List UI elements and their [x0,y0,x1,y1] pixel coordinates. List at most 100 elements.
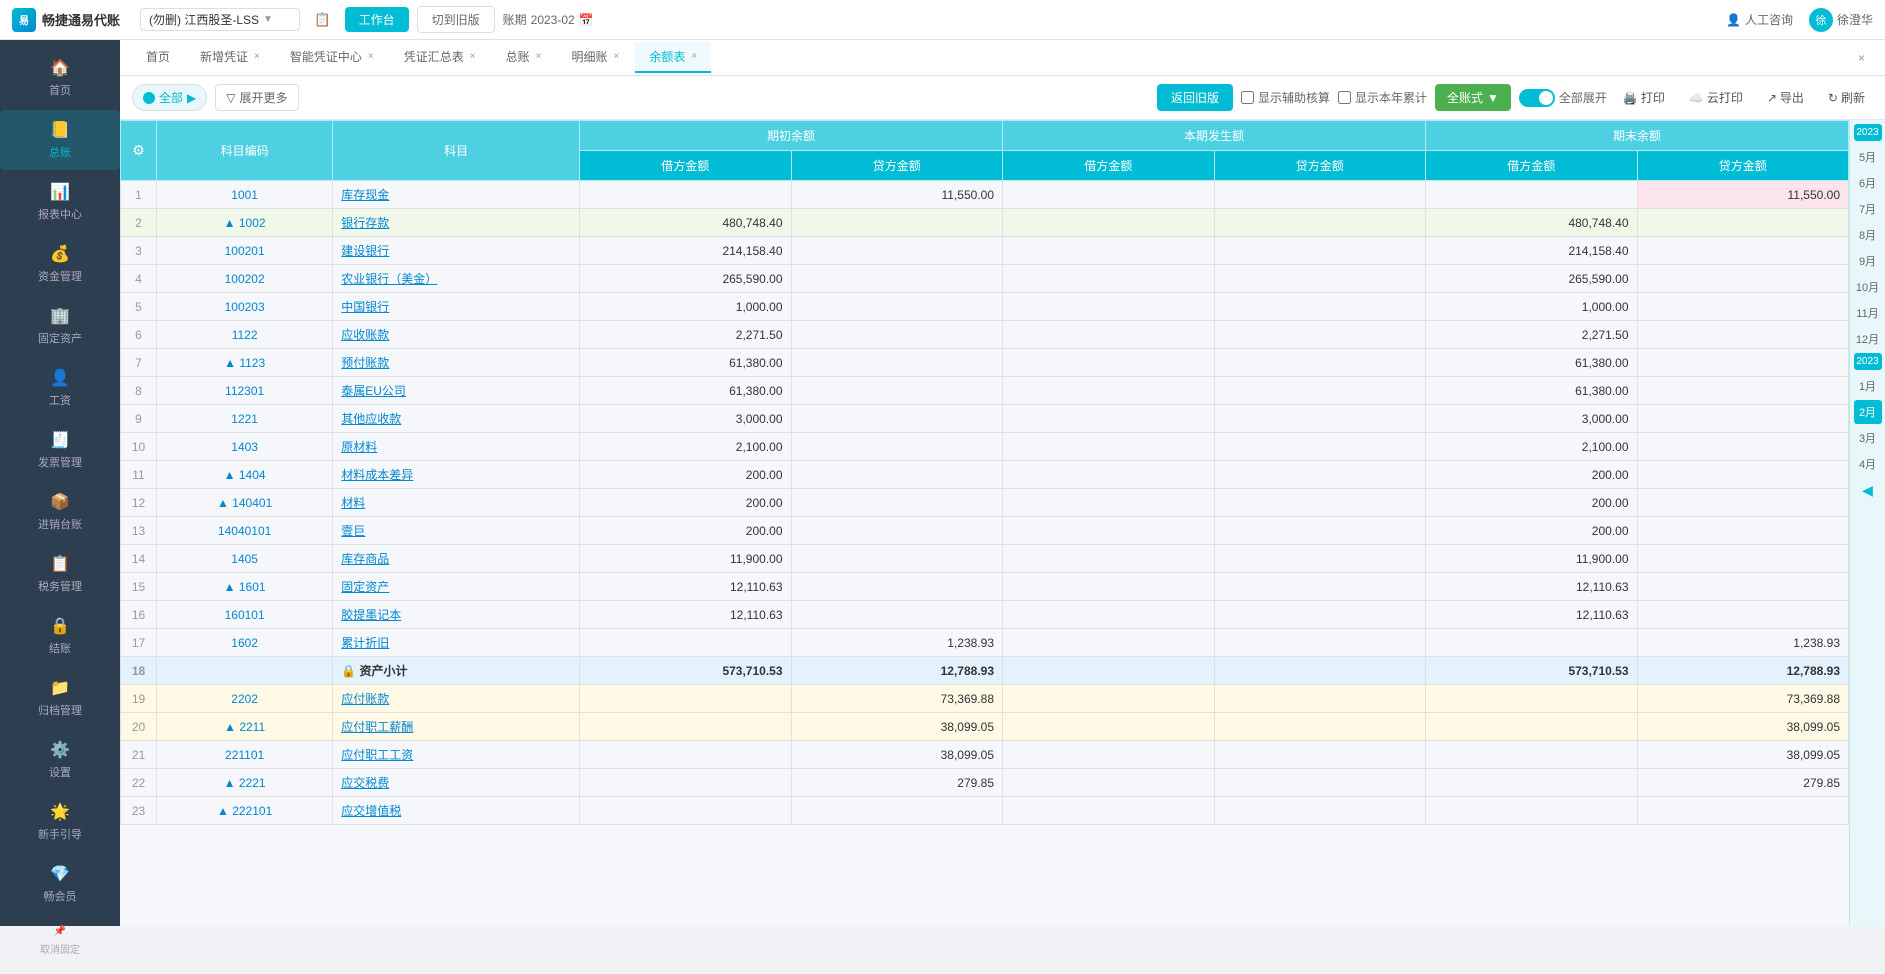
month-8[interactable]: 8月 [1854,223,1882,247]
name-link[interactable]: 原材料 [341,440,377,454]
name-link[interactable]: 应交税费 [341,776,389,790]
export-button[interactable]: ↗ 导出 [1759,85,1812,110]
name-link[interactable]: 应付职工薪酬 [341,720,413,734]
code-link[interactable]: ▲ 2211 [224,720,265,734]
show-ytd-checkbox[interactable]: 显示本年累计 [1338,89,1427,106]
code-link[interactable]: ▲ 140401 [217,496,272,510]
tab-voucher-summary[interactable]: 凭证汇总表 × [390,42,490,73]
aux-checkbox-input[interactable] [1241,91,1254,104]
code-link[interactable]: ▲ 1002 [224,216,266,230]
month-9[interactable]: 9月 [1854,249,1882,273]
code-link[interactable]: ▲ 2221 [224,776,266,790]
sidebar-item-newguide[interactable]: 🌟 新手引导 [0,792,120,852]
expand-more-button[interactable]: ▽ 展开更多 [215,84,298,111]
return-old-version-button[interactable]: 返回旧版 [1157,84,1233,111]
name-link[interactable]: 材料 [341,496,365,510]
name-link[interactable]: 中国银行 [341,300,389,314]
name-link[interactable]: 其他应收款 [341,412,401,426]
user-avatar[interactable]: 徐 徐澄华 [1809,8,1873,32]
code-link[interactable]: 1221 [231,412,258,426]
sidebar-item-home[interactable]: 🏠 首页 [0,48,120,108]
column-settings-button[interactable]: ⚙ [132,142,145,159]
name-link[interactable]: 应付账款 [341,692,389,706]
sidebar-item-settings[interactable]: ⚙️ 设置 [0,730,120,790]
sidebar-item-invoice[interactable]: 🧾 发票管理 [0,420,120,480]
table-wrap[interactable]: ⚙ 科目编码 科目 期初余额 [120,120,1849,926]
sidebar-item-reports[interactable]: 📊 报表中心 [0,172,120,232]
code-link[interactable]: 1122 [232,328,258,342]
name-link[interactable]: 银行存款 [341,216,389,230]
name-link[interactable]: 累计折旧 [341,636,389,650]
workbench-button[interactable]: 工作台 [345,7,409,32]
cloud-print-button[interactable]: ☁️ 云打印 [1681,85,1751,110]
full-mode-button[interactable]: 全账式 ▼ [1435,84,1511,111]
print-button[interactable]: 🖨️ 打印 [1615,85,1673,110]
name-link[interactable]: 库存商品 [341,552,389,566]
sidebar-item-archive[interactable]: 📁 归档管理 [0,668,120,728]
code-link[interactable]: 160101 [225,608,265,622]
code-link[interactable]: 1602 [231,636,258,650]
calendar-icon[interactable]: 📅 [579,13,594,27]
month-2[interactable]: 2月 [1854,400,1882,424]
code-link[interactable]: 1403 [231,440,258,454]
code-link[interactable]: 14040101 [218,524,271,538]
code-link[interactable]: 100202 [225,272,265,286]
panel-expand-btn[interactable]: ◀ [1862,482,1873,499]
month-6[interactable]: 6月 [1854,171,1882,195]
expand-all-toggle[interactable]: 全部展开 [1519,89,1607,107]
sidebar-item-ledger[interactable]: 📒 总账 [0,110,120,170]
month-1[interactable]: 1月 [1854,374,1882,398]
refresh-button[interactable]: ↻ 刷新 [1820,85,1873,110]
month-4[interactable]: 4月 [1854,452,1882,476]
name-link[interactable]: 泰属EU公司 [341,384,406,398]
tab-add-voucher[interactable]: 新增凭证 × [186,42,274,73]
sidebar-item-tax[interactable]: 📋 税务管理 [0,544,120,604]
code-link[interactable]: ▲ 1404 [224,468,266,482]
tab-close-ledger-main[interactable]: × [536,51,542,62]
company-icon-btn[interactable]: 📋 [308,10,337,30]
code-link[interactable]: 1405 [231,552,258,566]
sidebar-item-payroll[interactable]: 👤 工资 [0,358,120,418]
name-link[interactable]: 胶提墨记本 [341,608,401,622]
tab-balance-sheet[interactable]: 余额表 × [635,42,711,73]
close-all-tabs[interactable]: × [1850,51,1873,65]
code-link[interactable]: ▲ 1601 [224,580,266,594]
tab-close-balance-sheet[interactable]: × [691,51,697,62]
month-3[interactable]: 3月 [1854,426,1882,450]
name-link[interactable]: 应收账款 [341,328,389,342]
code-link[interactable]: ▲ 222101 [217,804,272,818]
month-11[interactable]: 11月 [1854,301,1882,325]
name-link[interactable]: 材料成本差异 [341,468,413,482]
filter-all-button[interactable]: 全部 ▶ [132,84,207,111]
pin-button[interactable]: 📌 取消固定 [0,916,120,966]
name-link[interactable]: 应交增值税 [341,804,401,818]
sidebar-item-settle[interactable]: 🔒 结账 [0,606,120,666]
code-link[interactable]: 112301 [225,384,264,398]
code-link[interactable]: 1001 [231,188,258,202]
name-link[interactable]: 壹巨 [341,524,365,538]
user-service[interactable]: 👤 人工咨询 [1726,11,1793,28]
tab-ledger-main[interactable]: 总账 × [492,42,556,73]
code-link[interactable]: 2202 [231,692,258,706]
chevron-left-icon[interactable]: ◀ [1862,482,1873,498]
toggle-switch[interactable] [1519,89,1555,107]
month-5[interactable]: 5月 [1854,145,1882,169]
tab-close-add-voucher[interactable]: × [254,51,260,62]
name-link[interactable]: 预付账款 [341,356,389,370]
tab-close-smart-center[interactable]: × [368,51,374,62]
show-aux-checkbox[interactable]: 显示辅助核算 [1241,89,1330,106]
ytd-checkbox-input[interactable] [1338,91,1351,104]
month-10[interactable]: 10月 [1854,275,1882,299]
tab-close-detail-account[interactable]: × [613,51,619,62]
sidebar-item-capital[interactable]: 💰 资金管理 [0,234,120,294]
tab-detail-account[interactable]: 明细账 × [557,42,633,73]
month-7[interactable]: 7月 [1854,197,1882,221]
name-link[interactable]: 农业银行（美金） [341,272,437,286]
name-link[interactable]: 库存现金 [341,188,389,202]
company-selector[interactable]: (勿删) 江西股圣-LSS ▼ [140,8,300,31]
tab-close-voucher-summary[interactable]: × [470,51,476,62]
sidebar-item-assets[interactable]: 🏢 固定资产 [0,296,120,356]
code-link[interactable]: ▲ 1123 [224,356,265,370]
sidebar-item-member[interactable]: 💎 畅会员 [0,854,120,914]
switch-version-button[interactable]: 切到旧版 [417,6,495,33]
